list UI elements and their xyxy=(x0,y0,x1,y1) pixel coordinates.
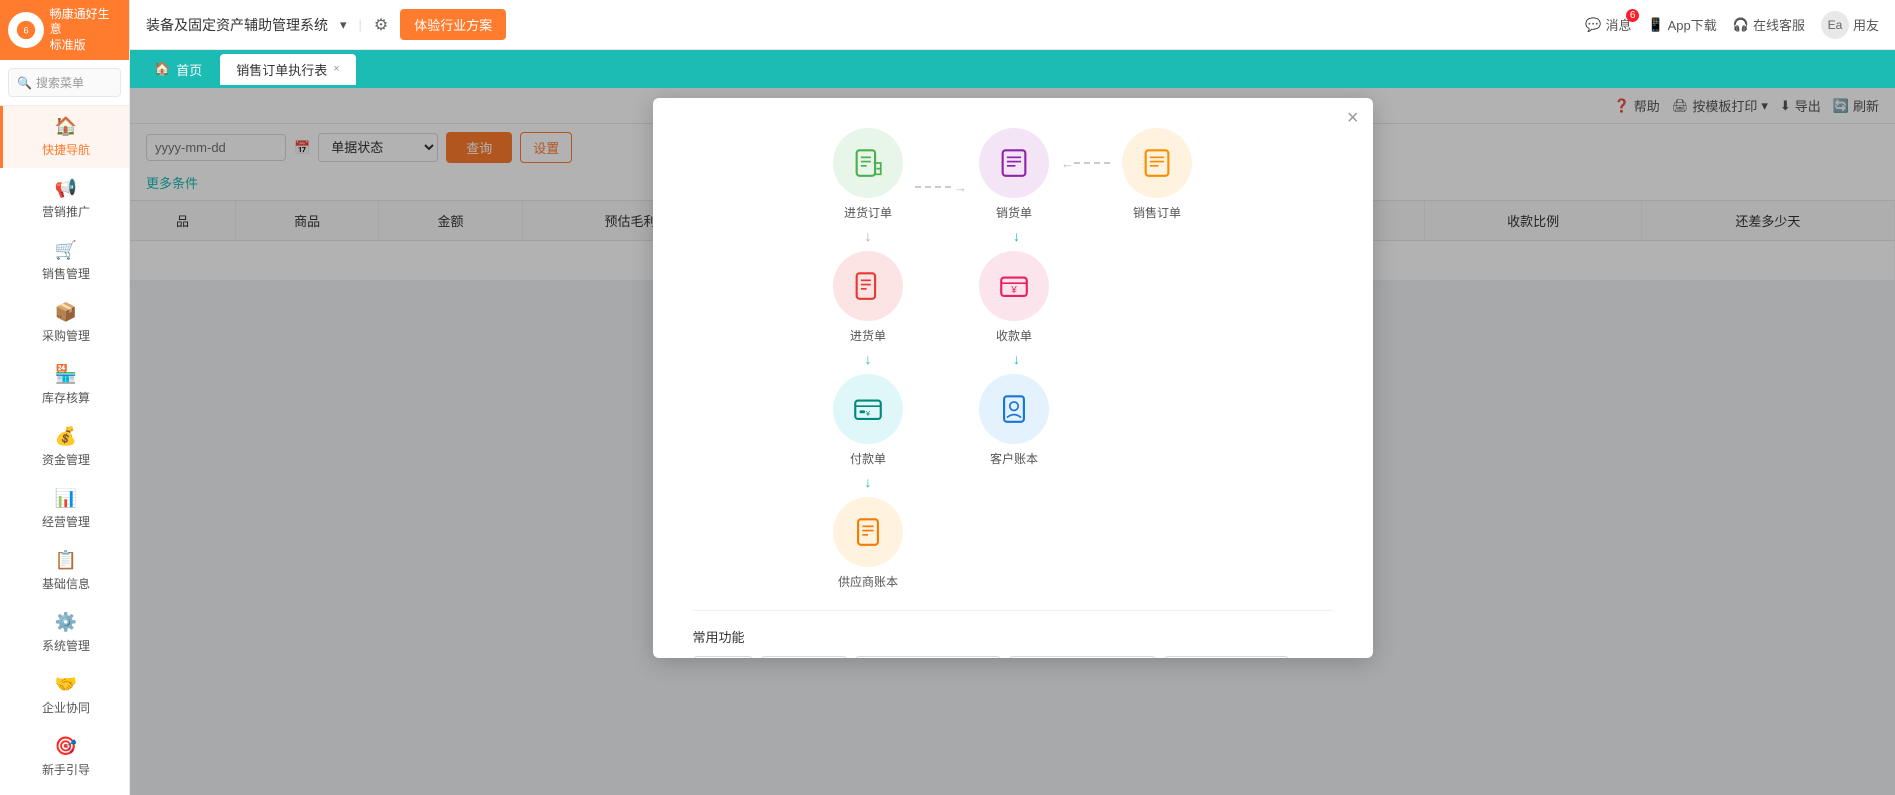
operations-icon: 📊 xyxy=(55,488,77,509)
func-btn-stock-status[interactable]: 现存量(库存状况表) xyxy=(855,656,1002,658)
logo-text: 畅康通好生意 标准版 xyxy=(50,7,121,54)
svg-text:¥: ¥ xyxy=(866,410,870,418)
tab-sales-order[interactable]: 销售订单执行表 × xyxy=(220,54,355,85)
left-flow-column: 进货订单 ↓ 进货单 xyxy=(833,128,903,590)
receipt-slip-node[interactable]: ¥ 收款单 xyxy=(979,251,1049,344)
sidebar-item-system[interactable]: ⚙️ 系统管理 xyxy=(0,602,129,664)
sidebar-item-beginner[interactable]: 🎯 新手引导 xyxy=(0,726,129,788)
content-area: ❓ 帮助 🖨 按模板打印 ▾ ⬇ 导出 🔄 刷新 xyxy=(130,88,1895,795)
svg-text:¥: ¥ xyxy=(1010,285,1017,296)
arrow-down-1: ↓ xyxy=(865,221,872,251)
sidebar-item-enterprise[interactable]: 🤝 企业协同 xyxy=(0,664,129,726)
svg-text:6: 6 xyxy=(23,26,28,36)
receipt-slip-circle: ¥ xyxy=(979,251,1049,321)
purchase-slip-node[interactable]: 进货单 xyxy=(833,251,903,344)
func-btn-sales-margin[interactable]: 销售毛利分析表 xyxy=(1164,656,1289,658)
sidebar-item-sales[interactable]: 🛒 销售管理 xyxy=(0,230,129,292)
system-icon: ⚙️ xyxy=(55,612,77,633)
main-area: 装备及固定资产辅助管理系统 ▾ | ⚙ 体验行业方案 💬 消息 6 📱 App下… xyxy=(130,0,1895,795)
sales-slip-node[interactable]: 销货单 xyxy=(979,128,1049,221)
home-icon: 🏠 xyxy=(55,116,77,137)
sidebar-item-quick-nav[interactable]: 🏠 快捷导航 xyxy=(0,106,129,168)
sidebar-item-marketing[interactable]: 📢 营销推广 xyxy=(0,168,129,230)
arrow-down-sales: ↓ xyxy=(979,221,1020,251)
supplier-ledger-node[interactable]: 供应商账本 xyxy=(833,497,903,590)
purchase-order-node[interactable]: 进货订单 xyxy=(833,128,903,221)
basic-info-icon: 📋 xyxy=(55,550,77,571)
modal-close-button[interactable]: × xyxy=(1347,108,1359,128)
home-tab-icon: 🏠 xyxy=(154,61,170,77)
service-icon: 🎧 xyxy=(1733,17,1749,33)
h-arrow-top: → xyxy=(903,152,979,222)
logo-icon: 6 xyxy=(8,12,44,48)
sales-icon: 🛒 xyxy=(55,240,77,261)
message-button[interactable]: 💬 消息 6 xyxy=(1585,15,1631,34)
sales-slip-circle xyxy=(979,128,1049,198)
arrow-down-receipt: ↓ xyxy=(979,344,1020,374)
sidebar-item-basic-info[interactable]: 📋 基础信息 xyxy=(0,540,129,602)
avatar: Ea xyxy=(1821,11,1849,39)
trial-button[interactable]: 体验行业方案 xyxy=(400,9,506,40)
sidebar-logo: 6 畅康通好生意 标准版 xyxy=(0,0,129,60)
system-dropdown[interactable]: ▾ xyxy=(340,17,347,33)
sidebar: 6 畅康通好生意 标准版 🔍 搜索菜单 🏠 快捷导航 📢 营销推广 � xyxy=(0,0,130,795)
purchase-icon: 📦 xyxy=(55,302,77,323)
quick-guide-modal: × 进货订单 xyxy=(653,98,1373,658)
func-btn-product[interactable]: 商品 xyxy=(693,656,753,658)
h-arrows: → xyxy=(903,128,979,462)
payment-slip-circle: ¥ xyxy=(833,374,903,444)
chevron-down-icon: ▾ xyxy=(340,17,347,33)
sidebar-item-operations[interactable]: 📊 经营管理 xyxy=(0,478,129,540)
user-profile[interactable]: Ea 用友 xyxy=(1821,11,1879,39)
sales-order-node[interactable]: 销售订单 xyxy=(1122,128,1192,221)
tab-close-icon[interactable]: × xyxy=(333,63,339,75)
inventory-icon: 🏪 xyxy=(55,364,77,385)
common-functions: 常用功能 商品 往来单位 现存量(库存状况表) 现存量(库存分布表) 销售毛利分… xyxy=(693,610,1333,658)
sidebar-nav: 🏠 快捷导航 📢 营销推广 🛒 销售管理 📦 采购管理 🏪 库存核算 💰 xyxy=(0,106,129,795)
sales-order-circle xyxy=(1122,128,1192,198)
sidebar-search-area: 🔍 搜索菜单 xyxy=(0,60,129,106)
arrow-down-3: ↓ xyxy=(865,467,872,497)
search-icon: 🔍 xyxy=(17,76,32,90)
online-service-button[interactable]: 🎧 在线客服 xyxy=(1733,15,1805,34)
enterprise-icon: 🤝 xyxy=(55,674,77,695)
sidebar-item-purchase[interactable]: 📦 采购管理 xyxy=(0,292,129,354)
message-icon: 💬 xyxy=(1585,17,1601,33)
download-icon: 📱 xyxy=(1647,17,1663,33)
sidebar-item-finance[interactable]: 💰 资金管理 xyxy=(0,416,129,478)
system-title: 装备及固定资产辅助管理系统 xyxy=(146,15,328,35)
purchase-slip-circle xyxy=(833,251,903,321)
header-right: 💬 消息 6 📱 App下载 🎧 在线客服 Ea 用友 xyxy=(1585,11,1879,39)
flow-diagram: 进货订单 ↓ 进货单 xyxy=(693,128,1333,590)
right-flow-column: 销货单 ← xyxy=(979,128,1192,467)
top-right-row: 销货单 ← xyxy=(979,128,1192,221)
beginner-icon: 🎯 xyxy=(55,736,77,757)
modal-body: 进货订单 ↓ 进货单 xyxy=(653,98,1373,658)
app-download-button[interactable]: 📱 App下载 xyxy=(1647,15,1716,34)
func-btn-partners[interactable]: 往来单位 xyxy=(761,656,847,658)
func-btn-stock-dist[interactable]: 现存量(库存分布表) xyxy=(1009,656,1156,658)
arrow-down-2: ↓ xyxy=(865,344,872,374)
customer-ledger-node[interactable]: 客户账本 xyxy=(979,374,1049,467)
right-dashed-arrow: ← xyxy=(1061,128,1110,198)
purchase-order-circle xyxy=(833,128,903,198)
tab-bar: 🏠 首页 销售订单执行表 × xyxy=(130,50,1895,88)
common-functions-title: 常用功能 xyxy=(693,627,1333,646)
modal-overlay[interactable]: × 进货订单 xyxy=(130,88,1895,795)
top-header: 装备及固定资产辅助管理系统 ▾ | ⚙ 体验行业方案 💬 消息 6 📱 App下… xyxy=(130,0,1895,50)
tab-home[interactable]: 🏠 首页 xyxy=(138,54,218,85)
settings-icon[interactable]: ⚙ xyxy=(374,15,388,35)
payment-slip-node[interactable]: ¥ 付款单 xyxy=(833,374,903,467)
sidebar-item-inventory[interactable]: 🏪 库存核算 xyxy=(0,354,129,416)
function-buttons: 商品 往来单位 现存量(库存状况表) 现存量(库存分布表) 销售毛利分析表 商品… xyxy=(693,656,1333,658)
finance-icon: 💰 xyxy=(55,426,77,447)
supplier-ledger-circle xyxy=(833,497,903,567)
marketing-icon: 📢 xyxy=(55,178,77,199)
search-menu-button[interactable]: 🔍 搜索菜单 xyxy=(8,68,121,97)
customer-ledger-circle xyxy=(979,374,1049,444)
